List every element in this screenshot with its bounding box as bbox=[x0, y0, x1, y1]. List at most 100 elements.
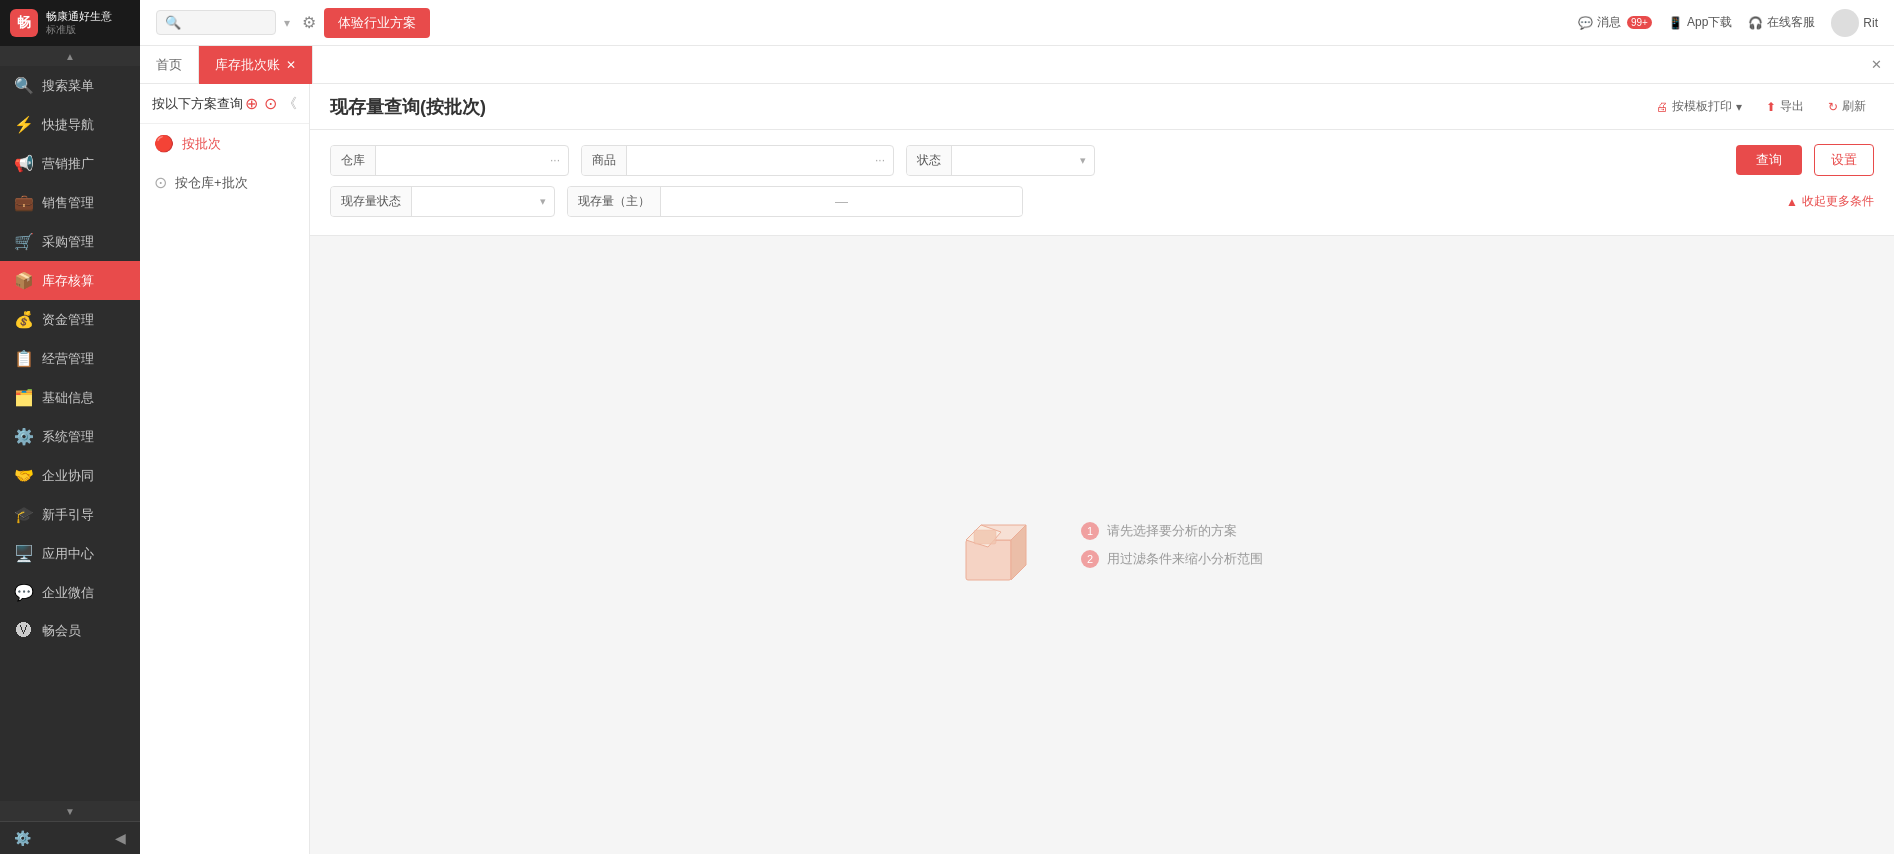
filter-add-icon[interactable]: ⊕ bbox=[245, 94, 258, 113]
collapse-icon: ▲ bbox=[1786, 195, 1798, 209]
query-form: 仓库 ··· 商品 ··· 状态 ▾ 查询 设置 bbox=[310, 130, 1894, 236]
message-btn[interactable]: 💬 消息 99+ bbox=[1578, 14, 1652, 31]
settings-btn[interactable]: 设置 bbox=[1814, 144, 1874, 176]
inventory-qty-from-input[interactable] bbox=[661, 189, 831, 215]
hint-item-2: 2 用过滤条件来缩小分析范围 bbox=[1081, 550, 1263, 568]
filter-panel-header: 按以下方案查询 ⊕ ⊙ 《 bbox=[140, 84, 309, 124]
inventory-status-value[interactable] bbox=[412, 196, 532, 208]
filter-item-label: 按批次 bbox=[182, 135, 221, 153]
sidebar-item-basic[interactable]: 🗂️ 基础信息 bbox=[0, 378, 140, 417]
sidebar-item-search[interactable]: 🔍 搜索菜单 bbox=[0, 66, 140, 105]
hint-num-2: 2 bbox=[1081, 550, 1099, 568]
filter-item-by-batch[interactable]: 🔴 按批次 bbox=[140, 124, 309, 163]
inventory-qty-field: 现存量（主） — bbox=[567, 186, 1023, 217]
service-btn[interactable]: 🎧 在线客服 bbox=[1748, 14, 1815, 31]
query-btn[interactable]: 查询 bbox=[1736, 145, 1802, 175]
sidebar-item-marketing[interactable]: 📢 营销推广 bbox=[0, 144, 140, 183]
status-label: 状态 bbox=[907, 146, 952, 175]
filter-panel-title: 按以下方案查询 bbox=[152, 95, 243, 113]
print-template-btn[interactable]: 🖨 按模板打印 ▾ bbox=[1648, 94, 1750, 119]
tab-home[interactable]: 首页 bbox=[140, 46, 199, 84]
headset-icon: 🎧 bbox=[1748, 16, 1763, 30]
inventory-qty-to-input[interactable] bbox=[852, 189, 1022, 215]
search-input[interactable] bbox=[185, 16, 255, 30]
sidebar-item-purchase[interactable]: 🛒 采购管理 bbox=[0, 222, 140, 261]
refresh-icon: ↻ bbox=[1828, 100, 1838, 114]
filter-panel: 按以下方案查询 ⊕ ⊙ 《 🔴 按批次 ⊙ 按仓库+批次 bbox=[140, 84, 310, 854]
sidebar-scroll-up[interactable]: ▲ bbox=[0, 46, 140, 66]
tab-batch-account-label: 库存批次账 bbox=[215, 56, 280, 74]
filter-collapse-icon[interactable]: 《 bbox=[283, 95, 297, 113]
export-btn[interactable]: ⬆ 导出 bbox=[1758, 94, 1812, 119]
sidebar-item-wechat[interactable]: 💬 企业微信 bbox=[0, 573, 140, 612]
page-header: 现存量查询(按批次) 🖨 按模板打印 ▾ ⬆ 导出 ↻ 刷新 bbox=[310, 84, 1894, 130]
sidebar-scroll-down[interactable]: ▼ bbox=[0, 801, 140, 821]
sidebar-item-label: 库存核算 bbox=[42, 272, 94, 290]
filter-item-by-warehouse-batch[interactable]: ⊙ 按仓库+批次 bbox=[140, 163, 309, 202]
tab-close-all-btn[interactable]: ✕ bbox=[1859, 46, 1894, 84]
filter-settings-icon[interactable]: ⊙ bbox=[264, 94, 277, 113]
empty-illustration bbox=[941, 495, 1041, 595]
empty-state: 1 请先选择要分析的方案 2 用过滤条件来缩小分析范围 bbox=[310, 236, 1894, 854]
topbar-settings-icon[interactable]: ⚙ bbox=[302, 13, 316, 32]
guide-icon: 🎓 bbox=[14, 505, 34, 524]
app-download-btn[interactable]: 📱 App下载 bbox=[1668, 14, 1732, 31]
sidebar-item-enterprise[interactable]: 🤝 企业协同 bbox=[0, 456, 140, 495]
status-value[interactable] bbox=[952, 154, 1072, 166]
tab-close-icon[interactable]: ✕ bbox=[286, 58, 296, 72]
sidebar-item-system[interactable]: ⚙️ 系统管理 bbox=[0, 417, 140, 456]
sidebar-header: 畅 畅康通好生意 标准版 bbox=[0, 0, 140, 46]
trial-btn[interactable]: 体验行业方案 bbox=[324, 8, 430, 38]
sidebar-item-label: 系统管理 bbox=[42, 428, 94, 446]
sidebar-item-label: 新手引导 bbox=[42, 506, 94, 524]
sidebar-item-label: 资金管理 bbox=[42, 311, 94, 329]
sidebar-item-quick-nav[interactable]: ⚡ 快捷导航 bbox=[0, 105, 140, 144]
sidebar-item-guide[interactable]: 🎓 新手引导 bbox=[0, 495, 140, 534]
product-more-icon[interactable]: ··· bbox=[867, 147, 893, 173]
search-icon: 🔍 bbox=[14, 76, 34, 95]
message-icon: 💬 bbox=[1578, 16, 1593, 30]
hint-item-1: 1 请先选择要分析的方案 bbox=[1081, 522, 1263, 540]
sidebar-item-label: 搜索菜单 bbox=[42, 77, 94, 95]
tab-batch-account[interactable]: 库存批次账 ✕ bbox=[199, 46, 313, 84]
content-area: 按以下方案查询 ⊕ ⊙ 《 🔴 按批次 ⊙ 按仓库+批次 现存量查询(按批次) bbox=[140, 84, 1894, 854]
sidebar-item-sales[interactable]: 💼 销售管理 bbox=[0, 183, 140, 222]
query-form-row1: 仓库 ··· 商品 ··· 状态 ▾ 查询 设置 bbox=[330, 144, 1874, 176]
topbar-search-box[interactable]: 🔍 bbox=[156, 10, 276, 35]
sidebar-item-label: 基础信息 bbox=[42, 389, 94, 407]
warehouse-more-icon[interactable]: ··· bbox=[542, 147, 568, 173]
inventory-icon: 📦 bbox=[14, 271, 34, 290]
filter-item-label: 按仓库+批次 bbox=[175, 174, 248, 192]
inventory-status-arrow-icon[interactable]: ▾ bbox=[532, 189, 554, 214]
sidebar-item-label: 营销推广 bbox=[42, 155, 94, 173]
sidebar-item-inventory[interactable]: 📦 库存核算 bbox=[0, 261, 140, 300]
sidebar-item-apps[interactable]: 🖥️ 应用中心 bbox=[0, 534, 140, 573]
collapse-more-btn[interactable]: ▲ 收起更多条件 bbox=[1786, 189, 1874, 214]
vip-icon: 🅥 bbox=[14, 622, 34, 640]
tab-home-label: 首页 bbox=[156, 56, 182, 74]
query-form-row2: 现存量状态 ▾ 现存量（主） — ▲ 收起更多条件 bbox=[330, 186, 1874, 217]
refresh-btn[interactable]: ↻ 刷新 bbox=[1820, 94, 1874, 119]
page-title: 现存量查询(按批次) bbox=[330, 95, 486, 119]
sidebar: 畅 畅康通好生意 标准版 ▲ 🔍 搜索菜单 ⚡ 快捷导航 📢 营销推广 💼 销售… bbox=[0, 0, 140, 854]
sidebar-item-finance[interactable]: 💰 资金管理 bbox=[0, 300, 140, 339]
user-avatar-btn[interactable]: Rit bbox=[1831, 9, 1878, 37]
sidebar-version: 标准版 bbox=[46, 23, 112, 37]
tabbar: 首页 库存批次账 ✕ ✕ bbox=[140, 46, 1894, 84]
topbar-chevron-icon[interactable]: ▾ bbox=[284, 16, 290, 30]
main-content: 现存量查询(按批次) 🖨 按模板打印 ▾ ⬆ 导出 ↻ 刷新 bbox=[310, 84, 1894, 854]
collapse-sidebar-icon[interactable]: ◀ bbox=[115, 830, 126, 846]
sidebar-item-label: 采购管理 bbox=[42, 233, 94, 251]
settings-footer-icon[interactable]: ⚙️ bbox=[14, 830, 31, 846]
system-icon: ⚙️ bbox=[14, 427, 34, 446]
close-all-icon: ✕ bbox=[1871, 57, 1882, 72]
sidebar-item-vip[interactable]: 🅥 畅会员 bbox=[0, 612, 140, 650]
sidebar-item-operations[interactable]: 📋 经营管理 bbox=[0, 339, 140, 378]
product-input[interactable] bbox=[627, 147, 867, 173]
search-icon: 🔍 bbox=[165, 15, 181, 30]
batch-radio-icon: 🔴 bbox=[154, 134, 174, 153]
print-chevron-icon[interactable]: ▾ bbox=[1736, 100, 1742, 114]
warehouse-input[interactable] bbox=[376, 147, 542, 173]
status-arrow-icon[interactable]: ▾ bbox=[1072, 148, 1094, 173]
product-label: 商品 bbox=[582, 146, 627, 175]
